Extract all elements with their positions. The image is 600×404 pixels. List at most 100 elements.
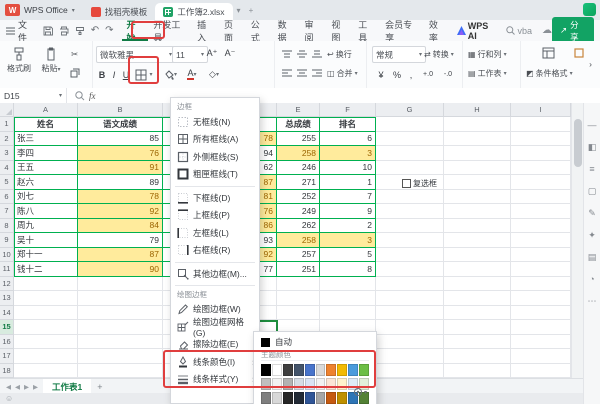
shape-pane-icon[interactable]: ▢ — [588, 187, 597, 196]
pane-icon[interactable]: ◧ — [588, 143, 597, 152]
cell-A14[interactable] — [14, 306, 78, 321]
color-swatch[interactable] — [337, 378, 347, 390]
cell-B15[interactable] — [78, 320, 163, 335]
cell-G18[interactable] — [376, 364, 444, 379]
align-top-icon[interactable] — [280, 47, 293, 61]
cell-I9[interactable] — [511, 233, 571, 248]
column-header-A[interactable]: A — [14, 103, 78, 117]
cell-G14[interactable] — [376, 306, 444, 321]
cell-A18[interactable] — [14, 364, 78, 379]
cell-B3[interactable]: 76 — [78, 146, 163, 161]
font-name-select[interactable]: 微软雅黑▾ — [96, 46, 176, 63]
prev-sheet-icon[interactable]: ◀ — [13, 383, 22, 391]
undo-icon[interactable]: ↶ — [91, 25, 99, 36]
cell-H3[interactable] — [444, 146, 511, 161]
cell-H11[interactable] — [444, 262, 511, 277]
cell-H4[interactable] — [444, 161, 511, 176]
cell-B18[interactable] — [78, 364, 163, 379]
row-header-17[interactable]: 17 — [0, 349, 14, 364]
redo-icon[interactable]: ↷ — [105, 25, 113, 36]
color-swatch[interactable] — [272, 364, 282, 376]
cell-F13[interactable] — [320, 291, 376, 306]
tab-review[interactable]: 审阅 — [300, 20, 327, 41]
add-sheet-button[interactable]: + — [91, 382, 108, 392]
cell-F6[interactable]: 7 — [320, 190, 376, 205]
rows-cols-button[interactable]: ▦行和列▾ — [468, 49, 507, 60]
row-header-8[interactable]: 8 — [0, 219, 14, 234]
cell-A15[interactable] — [14, 320, 78, 335]
cell-I6[interactable] — [511, 190, 571, 205]
cell-B12[interactable] — [78, 277, 163, 292]
format-brush-icon[interactable] — [75, 26, 85, 36]
search-box[interactable]: vba — [506, 26, 533, 36]
cell-E8[interactable]: 262 — [277, 219, 320, 234]
color-swatch[interactable] — [283, 378, 293, 390]
cell-F8[interactable]: 2 — [320, 219, 376, 234]
cell-A4[interactable]: 王五 — [14, 161, 78, 176]
fill-color-button[interactable]: ▾ — [160, 67, 180, 82]
cell-I1[interactable] — [511, 117, 571, 132]
color-swatch[interactable] — [294, 378, 304, 390]
cell-A3[interactable]: 李四 — [14, 146, 78, 161]
align-left-icon[interactable] — [280, 66, 293, 80]
tab-view[interactable]: 视图 — [326, 20, 353, 41]
cell-G10[interactable] — [376, 248, 444, 263]
last-sheet-icon[interactable]: ▶ — [31, 383, 40, 391]
cell-E7[interactable]: 249 — [277, 204, 320, 219]
cell-I18[interactable] — [511, 364, 571, 379]
cell-I4[interactable] — [511, 161, 571, 176]
cell-G8[interactable] — [376, 219, 444, 234]
cell-G13[interactable] — [376, 291, 444, 306]
tab-tools[interactable]: 工具 — [353, 20, 380, 41]
cell-E11[interactable]: 251 — [277, 262, 320, 277]
cell-E5[interactable]: 271 — [277, 175, 320, 190]
scrollbar-thumb[interactable] — [574, 119, 582, 167]
edit-pane-icon[interactable]: ✎ — [588, 209, 596, 218]
color-swatch[interactable] — [316, 392, 326, 404]
cell-B4[interactable]: 91 — [78, 161, 163, 176]
borders-button[interactable]: ▾ — [132, 67, 156, 82]
percent-button[interactable]: % — [390, 67, 404, 82]
cell-I5[interactable] — [511, 175, 571, 190]
merge-cells-button[interactable]: ◫合并▾ — [327, 68, 358, 79]
member-badge[interactable] — [583, 3, 596, 16]
cloud-sync-icon[interactable]: ☁ — [542, 25, 552, 36]
column-header-F[interactable]: F — [320, 103, 376, 117]
cell-G17[interactable] — [376, 349, 444, 364]
row-header-5[interactable]: 5 — [0, 175, 14, 190]
cell-H8[interactable] — [444, 219, 511, 234]
table-style-icon[interactable] — [540, 46, 556, 60]
cell-H18[interactable] — [444, 364, 511, 379]
file-menu-button[interactable]: 文件 — [0, 18, 41, 44]
number-format-select[interactable]: 常规▾ — [372, 46, 426, 63]
cell-F4[interactable]: 10 — [320, 161, 376, 176]
row-header-3[interactable]: 3 — [0, 146, 14, 161]
cell-B17[interactable] — [78, 349, 163, 364]
row-header-6[interactable]: 6 — [0, 190, 14, 205]
cell-A13[interactable] — [14, 291, 78, 306]
currency-button[interactable]: ¥ — [374, 67, 388, 82]
select-all-corner[interactable] — [0, 103, 14, 117]
cell-A9[interactable]: 吴十 — [14, 233, 78, 248]
menu-item-line-color[interactable]: 线条颜色(I) › — [171, 353, 259, 371]
row-header-4[interactable]: 4 — [0, 161, 14, 176]
cell-F1[interactable]: 排名 — [320, 117, 376, 132]
conditional-format-button[interactable]: ◩条件格式▾ — [526, 68, 573, 79]
tab-list-icon[interactable]: ▾ — [233, 6, 245, 15]
cell-I2[interactable] — [511, 132, 571, 147]
tab-formula[interactable]: 公式 — [246, 20, 273, 41]
cell-B14[interactable] — [78, 306, 163, 321]
cell-H5[interactable] — [444, 175, 511, 190]
cell-F11[interactable]: 8 — [320, 262, 376, 277]
menu-item-right-border[interactable]: 右框线(R) — [171, 242, 259, 260]
cell-B10[interactable]: 87 — [78, 248, 163, 263]
fx-button[interactable]: fx — [89, 91, 96, 101]
column-header-H[interactable]: H — [444, 103, 511, 117]
color-swatch[interactable] — [305, 378, 315, 390]
cell-A7[interactable]: 陈八 — [14, 204, 78, 219]
grow-font-button[interactable]: A⁺ — [204, 46, 220, 61]
bold-button[interactable]: B — [96, 67, 108, 82]
cell-H17[interactable] — [444, 349, 511, 364]
color-swatch[interactable] — [261, 392, 271, 404]
color-swatch[interactable] — [326, 392, 336, 404]
